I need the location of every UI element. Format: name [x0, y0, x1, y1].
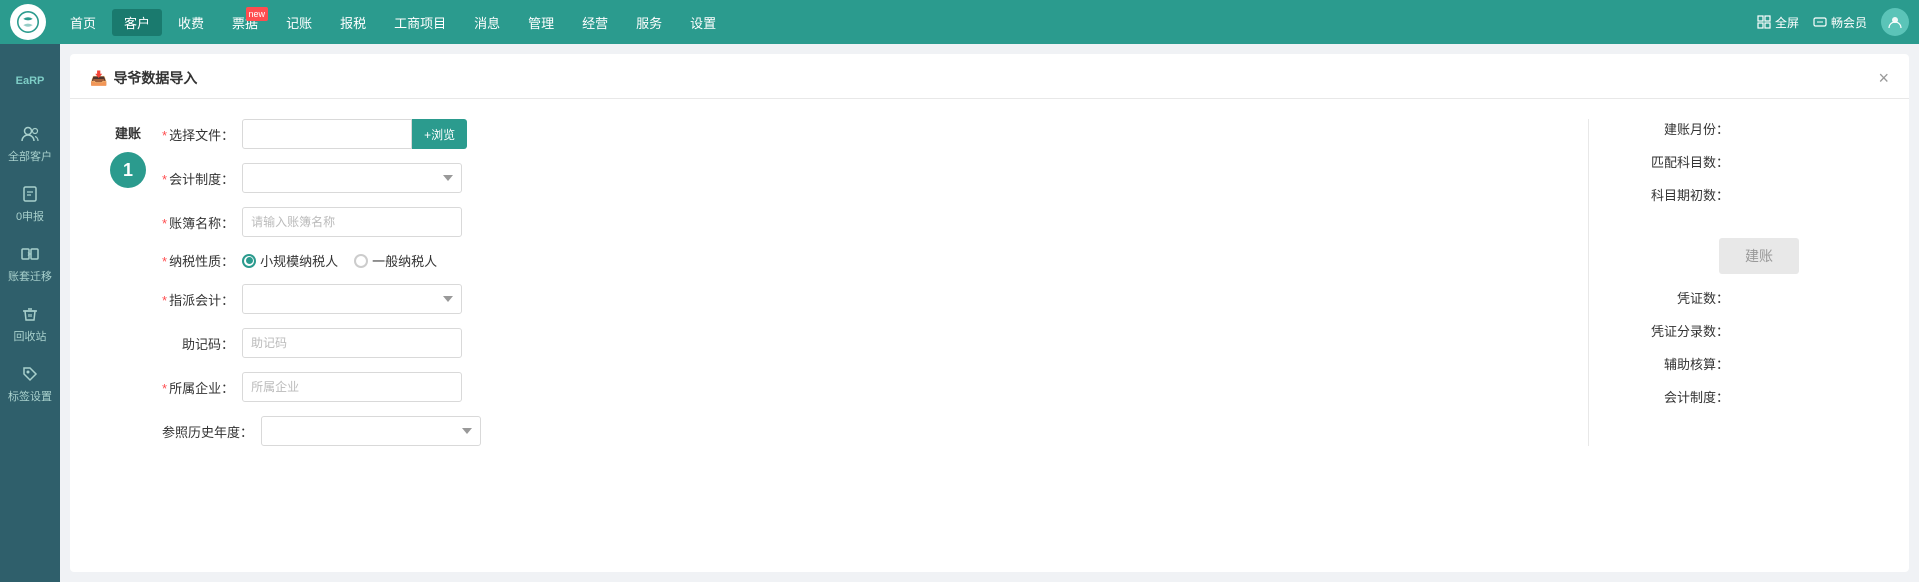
aux-account-label: 辅助核算： [1649, 354, 1729, 373]
init-balance-row: 科目期初数： [1649, 185, 1869, 204]
close-button[interactable]: × [1878, 69, 1889, 87]
sidebar-item-declaration[interactable]: 0申报 [3, 176, 57, 232]
radio-general-label: 一般纳税人 [372, 251, 437, 270]
sidebar-item-tag-settings-label: 标签设置 [8, 388, 52, 404]
app-logo [10, 4, 46, 40]
sidebar-item-declaration-label: 0申报 [16, 208, 44, 224]
tax-type-row: *纳税性质： 小规模纳税人 一般纳税人 [162, 251, 481, 270]
history-year-row: 参照历史年度： [162, 416, 481, 446]
fullscreen-button[interactable]: 全屏 [1757, 14, 1799, 31]
new-badge: new [246, 7, 269, 22]
file-row: *选择文件： +浏览 [162, 119, 481, 149]
ledger-name-row: *账簿名称： [162, 207, 481, 237]
divider [1588, 119, 1589, 446]
history-year-select[interactable] [261, 416, 481, 446]
nav-item-biz[interactable]: 工商项目 [382, 9, 458, 36]
history-year-label: 参照历史年度： [162, 422, 253, 441]
browse-button[interactable]: +浏览 [412, 119, 467, 149]
assign-accountant-label: *指派会计： [162, 290, 234, 309]
accounting-system-label: 会计制度： [1649, 387, 1729, 406]
nav-item-service[interactable]: 服务 [624, 9, 674, 36]
dialog-card: 📥 导爷数据导入 × 建账 1 [70, 54, 1909, 572]
nav-item-account[interactable]: 记账 [274, 9, 324, 36]
main-layout: EaRP 全部客户 0申报 账套迁移 [0, 44, 1919, 582]
company-row: *所属企业： [162, 372, 481, 402]
build-button[interactable]: 建账 [1719, 238, 1799, 274]
accounting-standard-row: *会计制度： [162, 163, 481, 193]
radio-general-dot [354, 254, 368, 268]
form-section-right: 建账月份： 匹配科目数： 科目期初数： 建账 凭证 [1609, 119, 1869, 446]
dialog-header: 📥 导爷数据导入 × [70, 54, 1909, 99]
voucher-count-row: 凭证数： [1649, 288, 1869, 307]
assign-accountant-select[interactable] [242, 284, 462, 314]
dialog-title-text: 导爷数据导入 [113, 68, 197, 88]
radio-small-taxpayer[interactable]: 小规模纳税人 [242, 251, 338, 270]
step-circle: 1 [110, 152, 146, 188]
memo-input[interactable] [242, 328, 462, 358]
ledger-name-label: *账簿名称： [162, 213, 234, 232]
avatar[interactable] [1881, 8, 1909, 36]
accounting-standard-label: *会计制度： [162, 169, 234, 188]
file-input-group: +浏览 [242, 119, 467, 149]
aux-account-row: 辅助核算： [1649, 354, 1869, 373]
tax-type-label: *纳税性质： [162, 251, 234, 270]
match-account-label: 匹配科目数： [1649, 152, 1729, 171]
fullscreen-label: 全屏 [1775, 14, 1799, 31]
ledger-name-input[interactable] [242, 207, 462, 237]
dialog-body: 建账 1 *选择文件： +浏 [70, 99, 1909, 466]
form-section-left: 建账 1 *选择文件： +浏 [110, 119, 1568, 446]
accounting-standard-select[interactable] [242, 163, 462, 193]
nav-item-message[interactable]: 消息 [462, 9, 512, 36]
dialog-title: 📥 导爷数据导入 [90, 68, 197, 88]
company-label: *所属企业： [162, 378, 234, 397]
nav-item-manage[interactable]: 管理 [516, 9, 566, 36]
accounting-system-row: 会计制度： [1649, 387, 1869, 406]
voucher-entries-row: 凭证分录数： [1649, 321, 1869, 340]
build-btn-area: 建账 [1649, 218, 1869, 274]
vip-button[interactable]: 畅会员 [1813, 14, 1867, 31]
radio-general-taxpayer[interactable]: 一般纳税人 [354, 251, 437, 270]
tax-type-radio-group: 小规模纳税人 一般纳税人 [242, 251, 437, 270]
step-number: 1 [123, 160, 133, 181]
sidebar: EaRP 全部客户 0申报 账套迁移 [0, 44, 60, 582]
memo-row: 助记码： [162, 328, 481, 358]
jianzhuang-label: 建账 [115, 123, 141, 142]
top-nav: 首页 客户 收费 票据 new 记账 报税 工商项目 消息 管理 经营 服务 设… [0, 0, 1919, 44]
build-month-row: 建账月份： [1649, 119, 1869, 138]
nav-item-invoice[interactable]: 票据 new [220, 9, 270, 36]
nav-item-settings[interactable]: 设置 [678, 9, 728, 36]
assign-accountant-row: *指派会计： [162, 284, 481, 314]
nav-item-customer[interactable]: 客户 [112, 9, 162, 36]
sidebar-logo-text: EaRP [16, 74, 45, 88]
build-month-label: 建账月份： [1649, 119, 1729, 138]
main-content: 📥 导爷数据导入 × 建账 1 [60, 44, 1919, 582]
nav-items: 首页 客户 收费 票据 new 记账 报税 工商项目 消息 管理 经营 服务 设… [58, 9, 1757, 36]
sidebar-item-account-migration[interactable]: 账套迁移 [3, 236, 57, 292]
memo-label: 助记码： [162, 334, 234, 353]
nav-item-billing[interactable]: 收费 [166, 9, 216, 36]
nav-item-home[interactable]: 首页 [58, 9, 108, 36]
sidebar-item-tag-settings[interactable]: 标签设置 [3, 356, 57, 412]
sidebar-item-recycle[interactable]: 回收站 [3, 296, 57, 352]
nav-item-tax[interactable]: 报税 [328, 9, 378, 36]
sidebar-item-recycle-label: 回收站 [14, 328, 47, 344]
match-account-row: 匹配科目数： [1649, 152, 1869, 171]
nav-right: 全屏 畅会员 [1757, 8, 1909, 36]
import-icon: 📥 [90, 70, 107, 87]
sidebar-item-account-migration-label: 账套迁移 [8, 268, 52, 284]
voucher-entries-label: 凭证分录数： [1649, 321, 1729, 340]
init-balance-label: 科目期初数： [1649, 185, 1729, 204]
company-input[interactable] [242, 372, 462, 402]
sidebar-item-all-customers[interactable]: 全部客户 [3, 116, 57, 172]
sidebar-item-all-customers-label: 全部客户 [8, 148, 52, 164]
file-input[interactable] [242, 119, 412, 149]
voucher-count-label: 凭证数： [1649, 288, 1729, 307]
file-label: *选择文件： [162, 125, 234, 144]
sidebar-logo: EaRP [3, 54, 57, 108]
vip-label: 畅会员 [1831, 14, 1867, 31]
radio-small-dot [242, 254, 256, 268]
radio-small-label: 小规模纳税人 [260, 251, 338, 270]
nav-item-operation[interactable]: 经营 [570, 9, 620, 36]
form-fields: *选择文件： +浏览 *会计制度： [162, 119, 481, 446]
